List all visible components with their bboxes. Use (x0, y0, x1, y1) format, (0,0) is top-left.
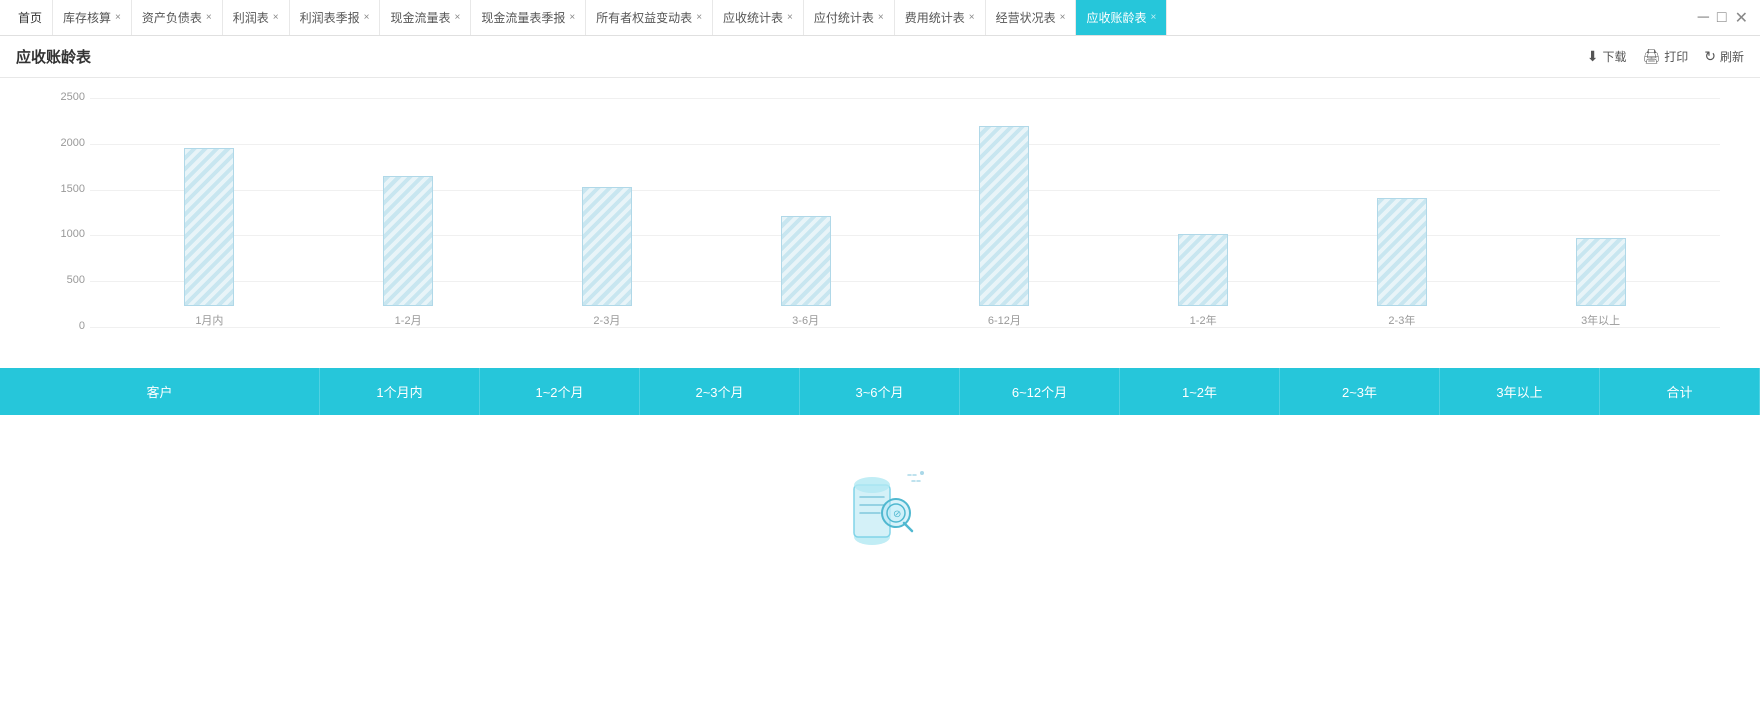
bar-x-label: 1月内 (195, 312, 223, 328)
tab-cashflow-quarterly[interactable]: 现金流量表季报 × (471, 0, 586, 36)
close-icon[interactable]: × (1150, 12, 1156, 23)
close-icon[interactable]: × (878, 12, 884, 23)
download-button[interactable]: ⬇ 下载 (1587, 48, 1627, 65)
bar-group: 1-2年 (1178, 234, 1228, 328)
window-maximize-button[interactable]: □ (1717, 9, 1727, 27)
close-icon[interactable]: × (206, 12, 212, 23)
bar-x-label: 2-3月 (593, 312, 620, 328)
close-icon[interactable]: × (115, 12, 121, 23)
tab-ar-stats[interactable]: 应收统计表 × (713, 0, 804, 36)
empty-illustration: ⊘ (830, 455, 930, 555)
window-minimize-button[interactable]: ─ (1698, 9, 1709, 27)
window-close-button[interactable]: ✕ (1735, 8, 1748, 28)
bar-x-label: 2-3年 (1388, 312, 1415, 328)
table-header-cell: 6~12个月 (960, 368, 1120, 415)
tab-ar-aging[interactable]: 应收账龄表 × (1076, 0, 1167, 36)
bar-x-label: 3-6月 (792, 312, 819, 328)
close-icon[interactable]: × (364, 12, 370, 23)
bar-group: 3年以上 (1576, 238, 1626, 328)
bar (582, 187, 632, 306)
bar-chart: 2500 2000 1500 1000 500 0 1月内1-2月2-3月3-6… (40, 98, 1720, 358)
bar (1178, 234, 1228, 306)
tab-bar: 首页 库存核算 × 资产负债表 × 利润表 × 利润表季报 × 现金流量表 × … (0, 0, 1760, 36)
chart-area: 2500 2000 1500 1000 500 0 1月内1-2月2-3月3-6… (0, 78, 1760, 368)
bar-x-label: 1-2月 (395, 312, 422, 328)
empty-state: ⊘ (0, 415, 1760, 595)
table-header-cell: 客户 (0, 368, 320, 415)
bar (184, 148, 234, 306)
print-icon: 🖨 (1642, 48, 1660, 65)
table-header-cell: 1个月内 (320, 368, 480, 415)
table-header-cell: 1~2年 (1120, 368, 1280, 415)
tab-home[interactable]: 首页 (8, 0, 53, 36)
close-icon[interactable]: × (273, 12, 279, 23)
bar-group: 1月内 (184, 148, 234, 328)
table-header-cell: 2~3个月 (640, 368, 800, 415)
bar (781, 216, 831, 306)
bar (979, 126, 1029, 306)
bar-x-label: 1-2年 (1190, 312, 1217, 328)
tab-ap-stats[interactable]: 应付统计表 × (804, 0, 895, 36)
header-actions: ⬇ 下载 🖨 打印 ↻ 刷新 (1587, 48, 1744, 65)
bars-area: 1月内 1-2月 2-3月 3-6月 6-12月 1-2年 2-3年 3年以上 (90, 98, 1720, 328)
bar (1377, 198, 1427, 306)
tab-profit-quarterly[interactable]: 利润表季报 × (290, 0, 381, 36)
table-header-cell: 合计 (1600, 368, 1760, 415)
page-title: 应收账龄表 (16, 46, 91, 67)
tab-balance[interactable]: 资产负债表 × (132, 0, 223, 36)
svg-text:⊘: ⊘ (893, 509, 901, 520)
main-content: 2500 2000 1500 1000 500 0 1月内1-2月2-3月3-6… (0, 78, 1760, 720)
bar-group: 1-2月 (383, 176, 433, 328)
bar-group: 3-6月 (781, 216, 831, 328)
bar-x-label: 3年以上 (1581, 312, 1620, 328)
bar (383, 176, 433, 306)
refresh-icon: ↻ (1704, 48, 1716, 65)
tab-equity[interactable]: 所有者权益变动表 × (586, 0, 713, 36)
tab-operation[interactable]: 经营状况表 × (986, 0, 1077, 36)
table-header-cell: 3~6个月 (800, 368, 960, 415)
tab-bar-actions: ─ □ ✕ (1698, 8, 1752, 28)
bar-group: 2-3年 (1377, 198, 1427, 328)
close-icon[interactable]: × (969, 12, 975, 23)
tab-expense-stats[interactable]: 费用统计表 × (895, 0, 986, 36)
tab-cashflow[interactable]: 现金流量表 × (380, 0, 471, 36)
tab-inventory[interactable]: 库存核算 × (53, 0, 132, 36)
bar-group: 6-12月 (979, 126, 1029, 328)
bar (1576, 238, 1626, 306)
bar-x-label: 6-12月 (988, 312, 1021, 328)
download-icon: ⬇ (1587, 48, 1599, 65)
close-icon[interactable]: × (454, 12, 460, 23)
page-header: 应收账龄表 ⬇ 下载 🖨 打印 ↻ 刷新 (0, 36, 1760, 78)
refresh-button[interactable]: ↻ 刷新 (1704, 48, 1744, 65)
table-header: 客户1个月内1~2个月2~3个月3~6个月6~12个月1~2年2~3年3年以上合… (0, 368, 1760, 415)
close-icon[interactable]: × (696, 12, 702, 23)
tab-profit[interactable]: 利润表 × (223, 0, 290, 36)
table-header-cell: 1~2个月 (480, 368, 640, 415)
print-button[interactable]: 🖨 打印 (1642, 48, 1688, 65)
close-icon[interactable]: × (787, 12, 793, 23)
bar-group: 2-3月 (582, 187, 632, 328)
close-icon[interactable]: × (1060, 12, 1066, 23)
table-header-cell: 3年以上 (1440, 368, 1600, 415)
table-header-cell: 2~3年 (1280, 368, 1440, 415)
close-icon[interactable]: × (569, 12, 575, 23)
